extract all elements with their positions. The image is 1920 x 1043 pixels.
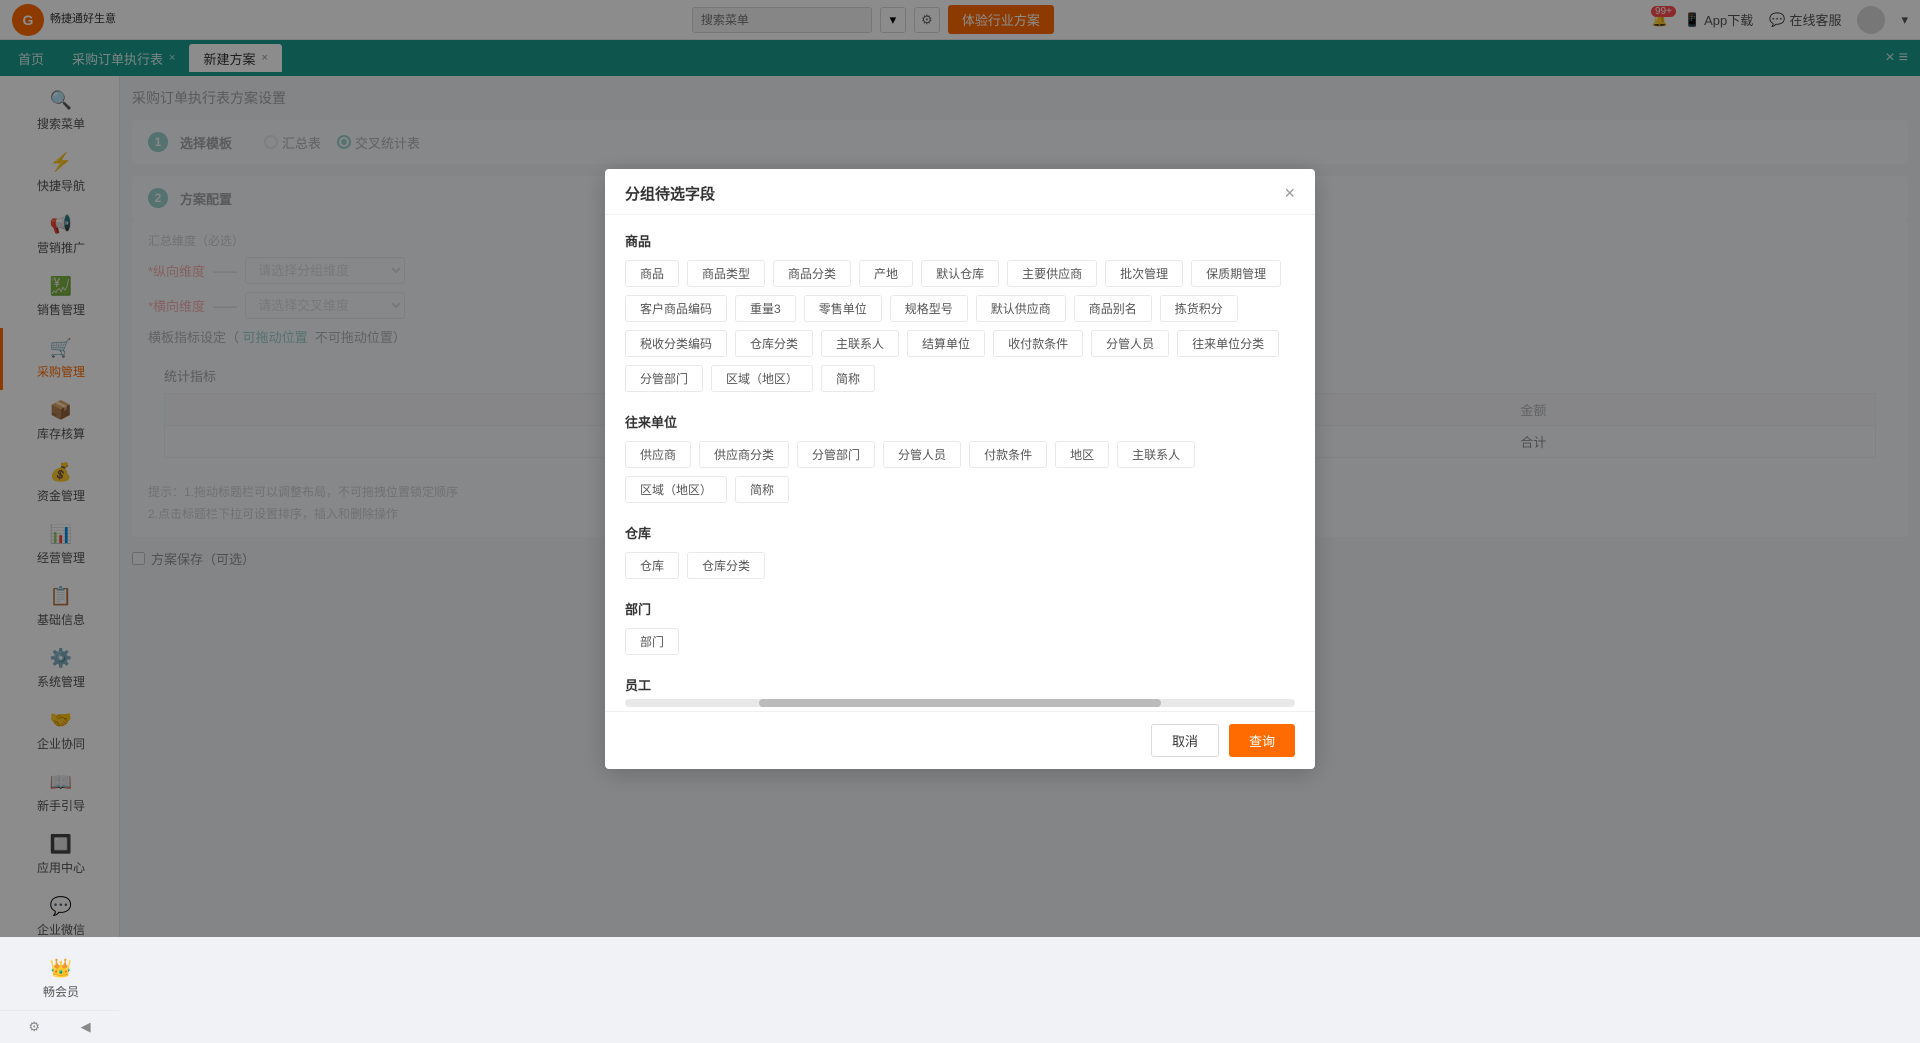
collapse-icon[interactable]: ◀ [81,1019,91,1035]
field-tag-supervisor[interactable]: 分管人员 [1091,330,1169,357]
field-tag-default-supplier[interactable]: 默认供应商 [976,295,1066,322]
field-tag-supplier-category[interactable]: 供应商分类 [699,441,789,468]
field-tag-product-alias[interactable]: 商品别名 [1074,295,1152,322]
fields-grid-warehouse: 仓库 仓库分类 [625,552,1295,579]
member-icon: 👑 [50,958,72,979]
field-tag-main-supplier[interactable]: 主要供应商 [1007,260,1097,287]
field-tag-counterpart-category[interactable]: 往来单位分类 [1177,330,1279,357]
settings-bottom-icon[interactable]: ⚙ [28,1019,40,1035]
field-tag-warehouse-category[interactable]: 仓库分类 [735,330,813,357]
field-tag-region-area2[interactable]: 区域（地区） [625,476,727,503]
field-tag-weight3[interactable]: 重量3 [735,295,796,322]
field-tag-origin[interactable]: 产地 [859,260,913,287]
scrollbar-thumb[interactable] [759,699,1161,707]
modal-header: 分组待选字段 × [605,169,1315,215]
field-tag-supplier[interactable]: 供应商 [625,441,691,468]
section-warehouse: 仓库 仓库 仓库分类 [625,523,1295,579]
field-tag-warehouse[interactable]: 仓库 [625,552,679,579]
modal-hscroll[interactable] [605,695,1315,711]
field-tag-spec-model[interactable]: 规格型号 [890,295,968,322]
field-tag-batch-mgmt[interactable]: 批次管理 [1105,260,1183,287]
field-tag-counterpart-dept[interactable]: 分管部门 [797,441,875,468]
section-title-department: 部门 [625,599,1295,618]
modal-close-button[interactable]: × [1284,184,1295,202]
field-tag-default-warehouse[interactable]: 默认仓库 [921,260,999,287]
field-tag-shelf-life[interactable]: 保质期管理 [1191,260,1281,287]
field-tag-region-area[interactable]: 区域（地区） [711,365,813,392]
field-tag-settlement-unit[interactable]: 结算单位 [907,330,985,357]
section-counterpart: 往来单位 供应商 供应商分类 分管部门 分管人员 付款条件 地区 主联系人 区域… [625,412,1295,503]
confirm-button[interactable]: 查询 [1229,724,1295,757]
field-tag-warehouse-cat[interactable]: 仓库分类 [687,552,765,579]
field-tag-retail-unit[interactable]: 零售单位 [804,295,882,322]
field-tag-short-name2[interactable]: 简称 [735,476,789,503]
section-department: 部门 部门 [625,599,1295,655]
fields-grid-product: 商品 商品类型 商品分类 产地 默认仓库 主要供应商 批次管理 保质期管理 客户… [625,260,1295,392]
field-tag-short-name[interactable]: 简称 [821,365,875,392]
field-tag-dept[interactable]: 分管部门 [625,365,703,392]
section-title-warehouse: 仓库 [625,523,1295,542]
modal-field-selector: 分组待选字段 × 商品 商品 商品类型 商品分类 产地 默认仓库 主要供应商 批… [605,169,1315,769]
modal-body[interactable]: 商品 商品 商品类型 商品分类 产地 默认仓库 主要供应商 批次管理 保质期管理… [605,215,1315,695]
modal-overlay: 分组待选字段 × 商品 商品 商品类型 商品分类 产地 默认仓库 主要供应商 批… [0,0,1920,937]
field-tag-area[interactable]: 地区 [1055,441,1109,468]
field-tag-product[interactable]: 商品 [625,260,679,287]
field-tag-pick-score[interactable]: 拣货积分 [1160,295,1238,322]
modal-title: 分组待选字段 [625,183,715,204]
section-title-staff: 员工 [625,675,1295,694]
sidebar-bottom: ⚙ ◀ [0,1010,119,1043]
fields-grid-counterpart: 供应商 供应商分类 分管部门 分管人员 付款条件 地区 主联系人 区域（地区） … [625,441,1295,503]
section-staff: 员工 业务员 [625,675,1295,695]
field-tag-main-contact[interactable]: 主联系人 [821,330,899,357]
fields-grid-department: 部门 [625,628,1295,655]
field-tag-counterpart-supervisor[interactable]: 分管人员 [883,441,961,468]
field-tag-department[interactable]: 部门 [625,628,679,655]
modal-footer: 取消 查询 [605,711,1315,769]
field-tag-main-contact2[interactable]: 主联系人 [1117,441,1195,468]
field-tag-tax-code[interactable]: 税收分类编码 [625,330,727,357]
field-tag-payment-terms[interactable]: 收付款条件 [993,330,1083,357]
sidebar-item-member[interactable]: 👑 畅会员 [0,948,119,1010]
field-tag-product-type[interactable]: 商品类型 [687,260,765,287]
section-title-counterpart: 往来单位 [625,412,1295,431]
sidebar-label-member: 畅会员 [43,983,79,1000]
scrollbar-track[interactable] [625,699,1295,707]
field-tag-product-category[interactable]: 商品分类 [773,260,851,287]
section-product: 商品 商品 商品类型 商品分类 产地 默认仓库 主要供应商 批次管理 保质期管理… [625,231,1295,392]
cancel-button[interactable]: 取消 [1151,724,1219,757]
field-tag-customer-code[interactable]: 客户商品编码 [625,295,727,322]
field-tag-payment-cond[interactable]: 付款条件 [969,441,1047,468]
section-title-product: 商品 [625,231,1295,250]
